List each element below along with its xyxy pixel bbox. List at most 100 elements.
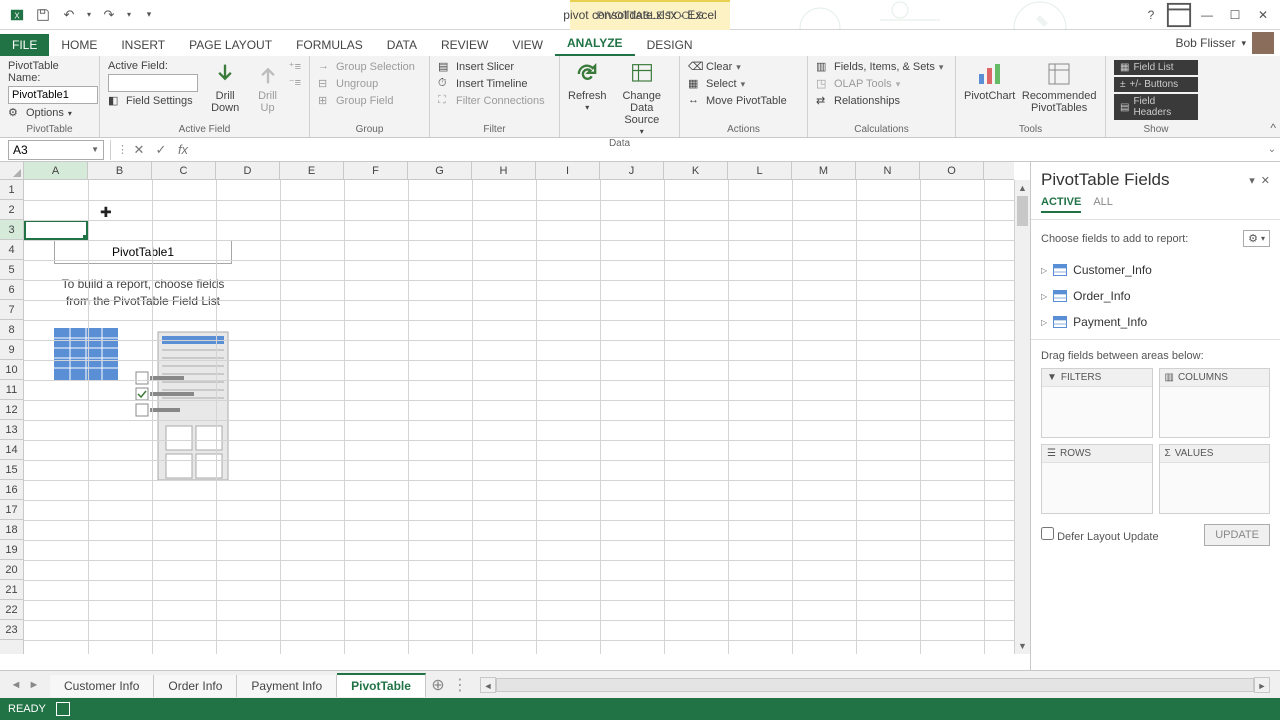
row-header[interactable]: 1	[0, 180, 23, 200]
row-header[interactable]: 13	[0, 420, 23, 440]
row-header[interactable]: 16	[0, 480, 23, 500]
sheet-tab[interactable]: PivotTable	[337, 673, 426, 697]
name-box[interactable]: A3▼	[8, 140, 104, 160]
active-field-input[interactable]	[108, 74, 198, 92]
user-avatar[interactable]	[1252, 32, 1274, 54]
fx-icon[interactable]: fx	[172, 142, 194, 157]
row-header[interactable]: 11	[0, 380, 23, 400]
filter-connections-button[interactable]: ⛶Filter Connections	[438, 94, 545, 108]
minimize-button[interactable]: —	[1194, 5, 1220, 25]
pane-close-icon[interactable]: ✕	[1261, 174, 1270, 187]
plus-minus-buttons-toggle[interactable]: ±+/- Buttons	[1114, 77, 1198, 92]
redo-caret-icon[interactable]: ▾	[124, 4, 134, 26]
recommended-pivottables-button[interactable]: Recommended PivotTables	[1021, 60, 1097, 114]
save-icon[interactable]	[32, 4, 54, 26]
row-header[interactable]: 3	[0, 220, 23, 240]
undo-icon[interactable]: ↶	[58, 4, 80, 26]
qat-customize-icon[interactable]: ▾	[138, 4, 160, 26]
drill-up-button[interactable]: Drill Up	[252, 60, 282, 114]
scroll-right-icon[interactable]: ►	[1254, 677, 1270, 693]
undo-caret-icon[interactable]: ▾	[84, 4, 94, 26]
change-data-source-button[interactable]: Change Data Source▾	[613, 60, 671, 137]
column-header[interactable]: C	[152, 162, 216, 179]
olap-tools-button[interactable]: ◳OLAP Tools	[816, 77, 943, 91]
clear-button[interactable]: ⌫Clear	[688, 60, 787, 74]
horizontal-scrollbar[interactable]: ◄ ►	[480, 677, 1270, 693]
tab-page-layout[interactable]: PAGE LAYOUT	[177, 34, 284, 56]
drill-down-button[interactable]: Drill Down	[204, 60, 246, 114]
pane-tab-all[interactable]: ALL	[1093, 196, 1113, 213]
collapse-ribbon-icon[interactable]: ^	[1270, 121, 1276, 135]
pivotchart-button[interactable]: PivotChart	[964, 60, 1015, 102]
pane-layout-gear-icon[interactable]: ⚙▾	[1243, 230, 1270, 247]
user-name[interactable]: Bob Flisser	[1175, 36, 1235, 50]
row-header[interactable]: 2	[0, 200, 23, 220]
column-header[interactable]: H	[472, 162, 536, 179]
defer-layout-checkbox[interactable]: Defer Layout Update	[1041, 527, 1159, 543]
scroll-down-icon[interactable]: ▼	[1015, 638, 1030, 654]
column-header[interactable]: M	[792, 162, 856, 179]
column-header[interactable]: L	[728, 162, 792, 179]
expand-icon[interactable]: ▷	[1041, 266, 1047, 275]
row-header[interactable]: 5	[0, 260, 23, 280]
pane-menu-caret-icon[interactable]: ▾	[1249, 174, 1255, 187]
tab-review[interactable]: REVIEW	[429, 34, 500, 56]
tab-insert[interactable]: INSERT	[109, 34, 177, 56]
sheet-tab[interactable]: Payment Info	[237, 675, 337, 697]
column-header[interactable]: I	[536, 162, 600, 179]
insert-timeline-button[interactable]: ⏱Insert Timeline	[438, 77, 545, 91]
new-sheet-button[interactable]: ⊕	[426, 675, 450, 695]
tab-view[interactable]: VIEW	[500, 34, 555, 56]
tab-design[interactable]: DESIGN	[635, 34, 705, 56]
fields-items-sets-button[interactable]: ▥Fields, Items, & Sets	[816, 60, 943, 74]
ribbon-display-icon[interactable]	[1166, 5, 1192, 25]
field-list-item[interactable]: ▷Order_Info	[1039, 283, 1272, 309]
column-header[interactable]: G	[408, 162, 472, 179]
group-field-button[interactable]: ⊞Group Field	[318, 94, 415, 108]
select-all-corner[interactable]	[0, 162, 24, 180]
columns-area[interactable]: ▥COLUMNS	[1159, 368, 1271, 438]
enter-formula-icon[interactable]: ✓	[150, 142, 172, 158]
sheet-tab[interactable]: Customer Info	[50, 675, 154, 697]
expand-icon[interactable]: ▷	[1041, 318, 1047, 327]
tab-formulas[interactable]: FORMULAS	[284, 34, 375, 56]
selected-cell[interactable]	[24, 220, 88, 240]
relationships-button[interactable]: ⇄Relationships	[816, 94, 943, 108]
field-headers-toggle[interactable]: ▤Field Headers	[1114, 94, 1198, 120]
field-list-item[interactable]: ▷Customer_Info	[1039, 257, 1272, 283]
column-header[interactable]: N	[856, 162, 920, 179]
row-header[interactable]: 6	[0, 280, 23, 300]
close-button[interactable]: ✕	[1250, 5, 1276, 25]
refresh-button[interactable]: Refresh▾	[568, 60, 607, 113]
options-button[interactable]: ⚙Options▾	[8, 106, 72, 120]
row-header[interactable]: 21	[0, 580, 23, 600]
row-header[interactable]: 14	[0, 440, 23, 460]
row-header[interactable]: 9	[0, 340, 23, 360]
column-header[interactable]: D	[216, 162, 280, 179]
tab-analyze[interactable]: ANALYZE	[555, 32, 635, 56]
scroll-left-icon[interactable]: ◄	[480, 677, 496, 693]
row-header[interactable]: 15	[0, 460, 23, 480]
row-header[interactable]: 10	[0, 360, 23, 380]
insert-slicer-button[interactable]: ▤Insert Slicer	[438, 60, 545, 74]
column-header[interactable]: E	[280, 162, 344, 179]
column-header[interactable]: F	[344, 162, 408, 179]
row-header[interactable]: 8	[0, 320, 23, 340]
column-header[interactable]: K	[664, 162, 728, 179]
pane-tab-active[interactable]: ACTIVE	[1041, 196, 1081, 213]
redo-icon[interactable]: ↷	[98, 4, 120, 26]
row-header[interactable]: 12	[0, 400, 23, 420]
tab-file[interactable]: FILE	[0, 34, 49, 56]
column-header[interactable]: A	[24, 162, 88, 179]
maximize-button[interactable]: ☐	[1222, 5, 1248, 25]
sheet-nav-next-icon[interactable]: ►	[26, 679, 42, 691]
update-button[interactable]: UPDATE	[1204, 524, 1270, 546]
sheet-nav-prev-icon[interactable]: ◄	[8, 679, 24, 691]
tab-data[interactable]: DATA	[375, 34, 429, 56]
row-header[interactable]: 23	[0, 620, 23, 640]
group-selection-button[interactable]: →Group Selection	[318, 60, 415, 74]
ungroup-button[interactable]: ⊟Ungroup	[318, 77, 415, 91]
formula-bar[interactable]	[194, 140, 1264, 160]
move-pivottable-button[interactable]: ↔Move PivotTable	[688, 94, 787, 108]
sheet-tab[interactable]: Order Info	[154, 675, 237, 697]
